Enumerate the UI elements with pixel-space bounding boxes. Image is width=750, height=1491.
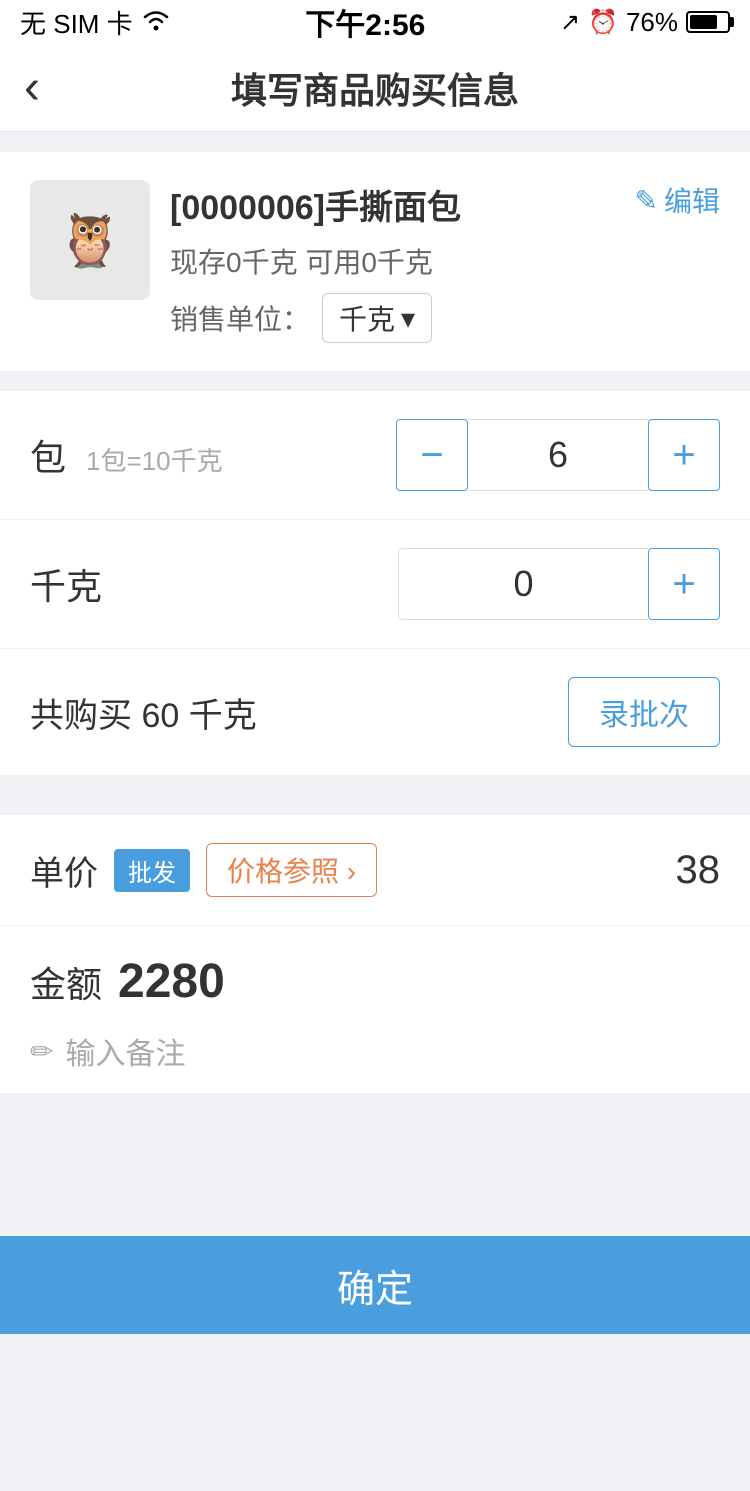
plus-icon-kg: +: [672, 562, 695, 607]
kilogram-stepper: +: [398, 548, 720, 620]
price-section: 单价 批发 价格参照 › 38: [0, 815, 750, 926]
product-unit-row: 销售单位： 千克 ▾: [170, 293, 720, 343]
kilogram-input[interactable]: [398, 548, 648, 620]
total-text: 共购买 60 千克: [30, 688, 257, 737]
edit-button[interactable]: ✎ 编辑: [635, 180, 720, 220]
status-left: 无 SIM 卡: [20, 4, 171, 41]
total-row: 共购买 60 千克 录批次: [0, 649, 750, 775]
separator-2: [0, 775, 750, 795]
price-reference-button[interactable]: 价格参照 ›: [206, 843, 377, 897]
package-plus-button[interactable]: +: [648, 419, 720, 491]
nav-bar: ‹ 填写商品购买信息: [0, 44, 750, 132]
carrier-text: 无 SIM 卡: [20, 4, 133, 41]
package-input[interactable]: [468, 419, 648, 491]
edit-icon: ✎: [635, 184, 658, 217]
unit-label: 销售单位：: [170, 298, 310, 338]
product-card: 🦉 [0000006]手撕面包 现存0千克 可用0千克 销售单位： 千克 ▾ ✎…: [0, 152, 750, 371]
wifi-icon: [141, 7, 171, 38]
unit-select[interactable]: 千克 ▾: [322, 293, 432, 343]
product-thumbnail: 🦉: [58, 210, 123, 271]
status-bar: 无 SIM 卡 下午2:56 ↗ ⏰ 76%: [0, 0, 750, 44]
battery-icon: [686, 11, 730, 33]
kilogram-row: 千克 +: [0, 520, 750, 649]
amount-label: 金额: [30, 956, 102, 1008]
alarm-icon: ⏰: [588, 8, 618, 37]
batch-button[interactable]: 录批次: [568, 677, 720, 747]
package-label: 包 1包=10千克: [30, 429, 396, 481]
input-section: 包 1包=10千克 − + 千克 +: [0, 391, 750, 649]
package-minus-button[interactable]: −: [396, 419, 468, 491]
confirm-button[interactable]: 确定: [0, 1236, 750, 1334]
page-title: 填写商品购买信息: [231, 62, 519, 114]
minus-icon: −: [420, 433, 443, 478]
separator-1: [0, 371, 750, 391]
time-display: 下午2:56: [305, 0, 425, 44]
remark-row[interactable]: ✏ 输入备注: [30, 1029, 720, 1073]
back-button[interactable]: ‹: [24, 60, 40, 115]
amount-section: 金额 2280 ✏ 输入备注: [0, 926, 750, 1093]
kilogram-label: 千克: [30, 558, 398, 610]
chevron-down-icon: ▾: [401, 302, 415, 335]
price-tag: 批发: [114, 849, 190, 892]
price-label: 单价: [30, 846, 98, 895]
remark-icon: ✏: [30, 1035, 53, 1068]
package-sublabel: 1包=10千克: [86, 446, 223, 476]
remark-placeholder: 输入备注: [65, 1029, 185, 1073]
amount-row: 金额 2280: [30, 954, 720, 1009]
product-image: 🦉: [30, 180, 150, 300]
status-right: ↗ ⏰ 76%: [560, 7, 730, 38]
plus-icon: +: [672, 433, 695, 478]
kilogram-plus-button[interactable]: +: [648, 548, 720, 620]
package-row: 包 1包=10千克 − +: [0, 391, 750, 520]
product-stock: 现存0千克 可用0千克: [170, 241, 720, 281]
amount-value: 2280: [118, 954, 225, 1009]
price-value: 38: [676, 848, 721, 893]
package-stepper: − +: [396, 419, 720, 491]
location-icon: ↗: [560, 8, 580, 37]
battery-percent: 76%: [626, 7, 678, 38]
